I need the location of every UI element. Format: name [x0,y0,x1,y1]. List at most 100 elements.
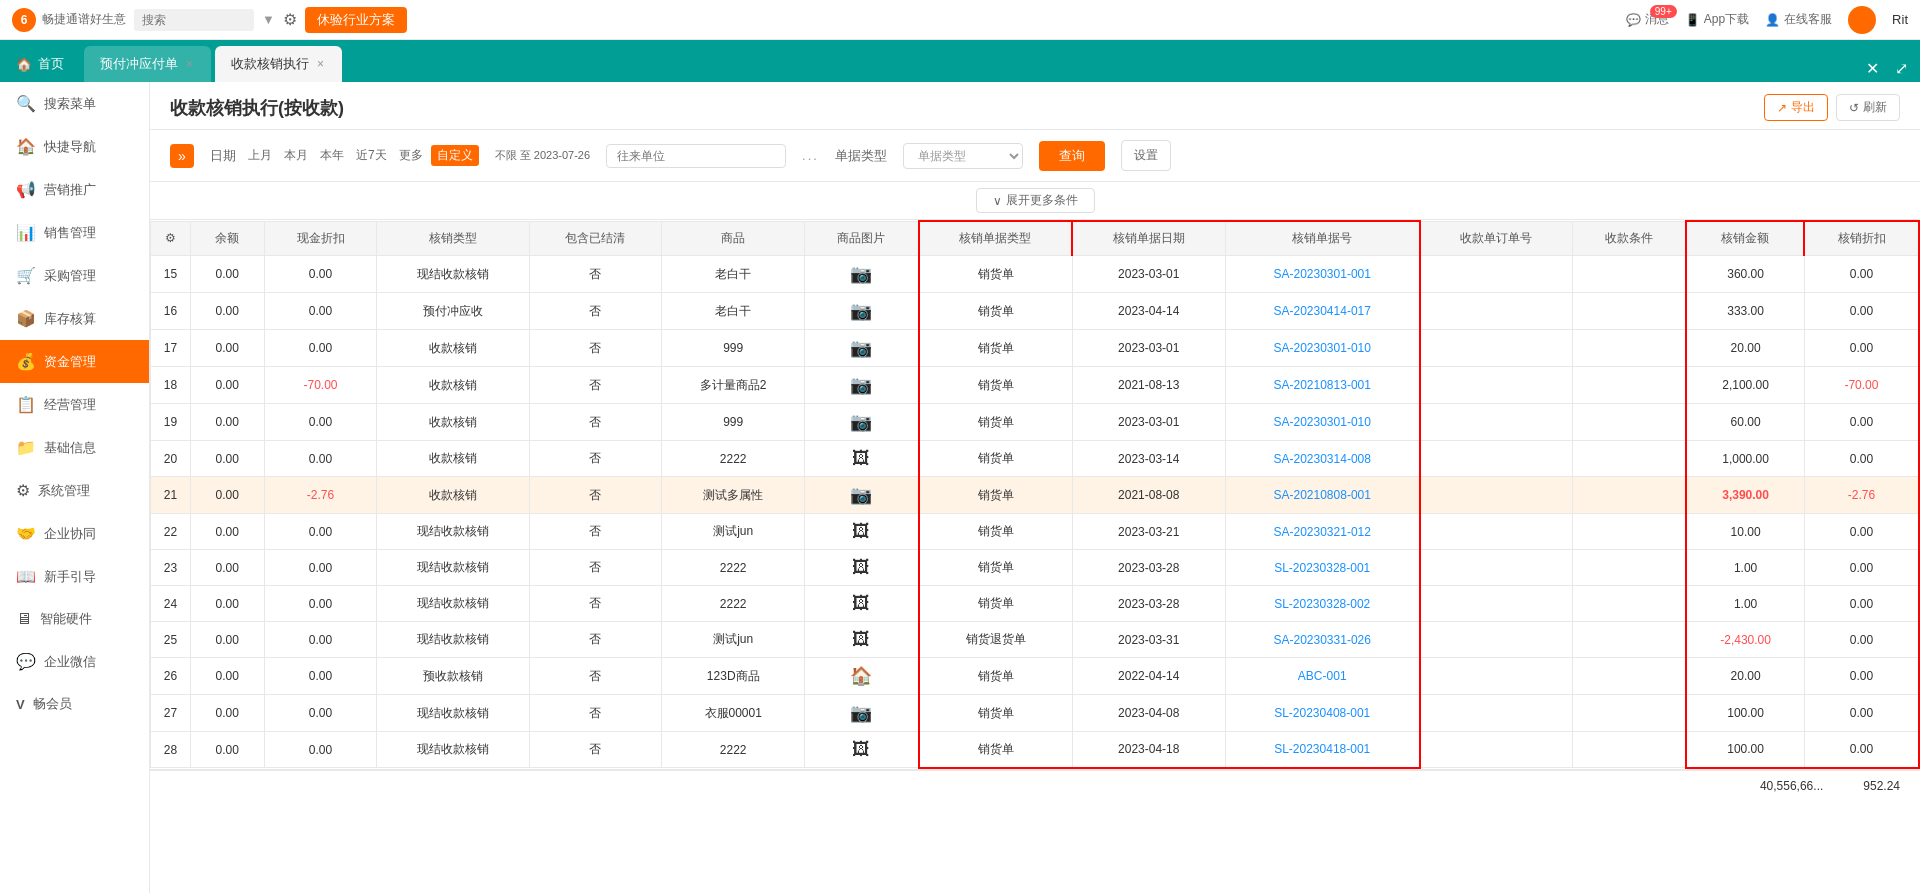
query-button[interactable]: 查询 [1039,141,1105,171]
brand: 6 畅捷通谱好生意 [12,8,126,32]
cell-receipt-order [1420,586,1573,622]
cell-bill-no[interactable]: SL-20230408-001 [1225,695,1420,732]
tab-close-btn[interactable]: ✕ [1862,55,1883,82]
user-avatar[interactable] [1848,6,1876,34]
cell-cash-discount: 0.00 [264,404,377,441]
filter-bar: » 日期 上月 本月 本年 近7天 更多 自定义 不限 至 2023-07-26… [150,130,1920,182]
sidebar-item-base[interactable]: 📁 基础信息 [0,426,149,469]
bill-no-link[interactable]: SA-20230301-010 [1274,341,1371,355]
sidebar-item-marketing[interactable]: 📢 营销推广 [0,168,149,211]
tab-home[interactable]: 🏠 首页 [0,46,80,82]
cell-balance: 0.00 [191,695,265,732]
cell-bill-no[interactable]: SL-20230418-001 [1225,732,1420,768]
bill-no-link[interactable]: SA-20230301-010 [1274,415,1371,429]
date-btn-last-month[interactable]: 上月 [244,145,276,166]
tab-writeoff-close[interactable]: × [315,57,326,71]
cell-product-img: 📷 [805,404,919,441]
date-btn-more[interactable]: 更多 [395,145,427,166]
cell-bill-no[interactable]: SA-20210808-001 [1225,477,1420,514]
filter-expand-btn[interactable]: » [170,144,194,168]
expand-more-btn[interactable]: ∨ 展开更多条件 [976,188,1095,213]
tab-bar-right: ✕ ⤢ [1862,55,1920,82]
cell-bill-no[interactable]: ABC-001 [1225,658,1420,695]
col-settings[interactable]: ⚙ [151,221,191,256]
bill-no-link[interactable]: SA-20210813-001 [1274,378,1371,392]
gear-button[interactable]: ⚙ [283,10,297,29]
cell-included-settled: 否 [529,477,661,514]
bill-no-link[interactable]: SA-20210808-001 [1274,488,1371,502]
sidebar-item-sales[interactable]: 📊 销售管理 [0,211,149,254]
sidebar-item-nav[interactable]: 🏠 快捷导航 [0,125,149,168]
tab-writeoff[interactable]: 收款核销执行 × [215,46,342,82]
bill-no-link[interactable]: SA-20230414-017 [1274,304,1371,318]
bill-no-link[interactable]: SL-20230328-002 [1274,597,1370,611]
bill-no-link[interactable]: SA-20230301-001 [1274,267,1371,281]
partner-input[interactable] [606,144,786,168]
cell-bill-no[interactable]: SA-20230301-010 [1225,330,1420,367]
sidebar-item-system[interactable]: ⚙ 系统管理 [0,469,149,512]
cell-bill-no[interactable]: SA-20230321-012 [1225,514,1420,550]
cell-bill-date: 2023-04-18 [1072,732,1225,768]
table-row: 15 0.00 0.00 现结收款核销 否 老白干 📷 销货单 2023-03-… [151,256,1920,293]
table-row: 27 0.00 0.00 现结收款核销 否 衣服00001 📷 销货单 2023… [151,695,1920,732]
dropdown-icon[interactable]: ▼ [262,12,275,27]
export-button[interactable]: ↗ 导出 [1764,94,1828,121]
date-btn-custom[interactable]: 自定义 [431,145,479,166]
bill-no-link[interactable]: SL-20230418-001 [1274,742,1370,756]
cell-receipt-order [1420,550,1573,586]
bill-type-select[interactable]: 单据类型 [903,143,1023,169]
sidebar-item-operations[interactable]: 📋 经营管理 [0,383,149,426]
search-input[interactable] [134,9,254,31]
notification-bell[interactable]: 💬 消息 99+ [1626,11,1669,28]
bill-no-link[interactable]: SL-20230408-001 [1274,706,1370,720]
cell-bill-no[interactable]: SA-20230314-008 [1225,441,1420,477]
date-btn-this-year[interactable]: 本年 [316,145,348,166]
bill-no-link[interactable]: SL-20230328-001 [1274,561,1370,575]
cell-bill-no[interactable]: SA-20230301-001 [1225,256,1420,293]
settings-button[interactable]: 设置 [1121,140,1171,171]
date-btn-7days[interactable]: 近7天 [352,145,391,166]
tab-maximize-btn[interactable]: ⤢ [1891,55,1912,82]
cell-bill-no[interactable]: SA-20230414-017 [1225,293,1420,330]
table-row: 17 0.00 0.00 收款核销 否 999 📷 销货单 2023-03-01… [151,330,1920,367]
app-download[interactable]: 📱 App下载 [1685,11,1749,28]
online-service[interactable]: 👤 在线客服 [1765,11,1832,28]
cell-bill-no[interactable]: SA-20230301-010 [1225,404,1420,441]
refresh-button[interactable]: ↺ 刷新 [1836,94,1900,121]
cell-receipt-order [1420,732,1573,768]
service-icon: 👤 [1765,13,1780,27]
content-area: 收款核销执行(按收款) ↗ 导出 ↺ 刷新 » 日期 上月 本月 本 [150,82,1920,893]
sidebar-item-search[interactable]: 🔍 搜索菜单 [0,82,149,125]
sidebar-item-collab[interactable]: 🤝 企业协同 [0,512,149,555]
sidebar-item-guide[interactable]: 📖 新手引导 [0,555,149,598]
date-btn-this-month[interactable]: 本月 [280,145,312,166]
bill-no-link[interactable]: SA-20230314-008 [1274,452,1371,466]
tab-prepay-close[interactable]: × [184,57,195,71]
bill-no-link[interactable]: SA-20230321-012 [1274,525,1371,539]
cell-writeoff-type: 收款核销 [377,330,529,367]
cell-bill-no[interactable]: SA-20230331-026 [1225,622,1420,658]
sidebar-item-purchase[interactable]: 🛒 采购管理 [0,254,149,297]
cell-bill-type: 销货单 [919,695,1073,732]
cell-product-img: 🖼 [805,732,919,768]
bill-no-link[interactable]: ABC-001 [1298,669,1347,683]
bill-no-link[interactable]: SA-20230331-026 [1274,633,1371,647]
sidebar-item-member[interactable]: V 畅会员 [0,683,149,725]
col-writeoff-amount: 核销金额 [1686,221,1804,256]
cell-bill-no[interactable]: SL-20230328-002 [1225,586,1420,622]
tab-prepay[interactable]: 预付冲应付单 × [84,46,211,82]
cell-bill-no[interactable]: SA-20210813-001 [1225,367,1420,404]
sidebar-item-finance[interactable]: 💰 资金管理 [0,340,149,383]
cell-writeoff-type: 预收款核销 [377,658,529,695]
main-layout: 🔍 搜索菜单 🏠 快捷导航 📢 营销推广 📊 销售管理 🛒 采购管理 📦 库存核… [0,82,1920,893]
sidebar-item-hardware[interactable]: 🖥 智能硬件 [0,598,149,640]
search-icon: 🔍 [16,94,36,113]
industry-btn[interactable]: 休验行业方案 [305,7,407,33]
home-nav-icon: 🏠 [16,137,36,156]
sidebar-item-inventory[interactable]: 📦 库存核算 [0,297,149,340]
cell-receipt-condition [1573,477,1687,514]
expand-more-label: 展开更多条件 [1006,192,1078,209]
sidebar-item-weixin[interactable]: 💬 企业微信 [0,640,149,683]
cell-bill-no[interactable]: SL-20230328-001 [1225,550,1420,586]
cell-product: 衣服00001 [662,695,805,732]
